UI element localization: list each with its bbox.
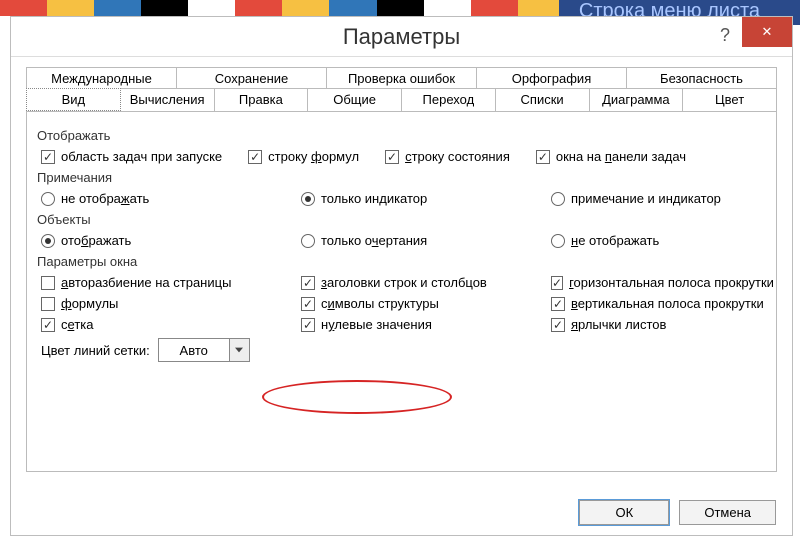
checkbox-авторазбиение-на-страницы[interactable]: авторазбиение на страницы [41,275,275,290]
checkbox-ярлычки-листов[interactable]: ярлычки листов [551,317,765,332]
dialog-title: Параметры [343,24,460,50]
cancel-button[interactable]: Отмена [679,500,776,525]
ok-button[interactable]: ОК [579,500,669,525]
grid-color-value: Авто [159,341,229,360]
checkbox-заголовки-строк-и-столбцов[interactable]: заголовки строк и столбцов [301,275,525,290]
grid-color-label: Цвет линий сетки: [41,343,150,358]
checkbox-сетка[interactable]: сетка [41,317,275,332]
group-comments-label: Примечания [37,170,762,185]
tab-сохранение[interactable]: Сохранение [177,67,327,89]
radio-не-отображать[interactable]: не отображать [41,191,275,206]
checkbox-область-задач-при-запуске[interactable]: область задач при запуске [41,149,222,164]
radio-отображать[interactable]: отображать [41,233,275,248]
tab-переход[interactable]: Переход [402,88,496,111]
options-dialog: Параметры ? ✕ МеждународныеСохранениеПро… [10,16,793,536]
chevron-down-icon[interactable] [229,339,249,361]
help-button[interactable]: ? [713,25,737,46]
checkbox-символы-структуры[interactable]: символы структуры [301,296,525,311]
close-icon: ✕ [762,24,773,40]
radio-не-отображать[interactable]: не отображать [551,233,765,248]
tab-вычисления[interactable]: Вычисления [121,88,215,111]
group-objects-label: Объекты [37,212,762,227]
group-display-label: Отображать [37,128,762,143]
tab-безопасность[interactable]: Безопасность [627,67,777,89]
checkbox-строку-формул[interactable]: строку формул [248,149,359,164]
tab-орфография[interactable]: Орфография [477,67,627,89]
tab-вид[interactable]: Вид [26,88,121,111]
checkbox-горизонтальная-полоса-прокрутки[interactable]: горизонтальная полоса прокрутки [551,275,765,290]
radio-только-очертания[interactable]: только очертания [301,233,525,248]
tab-списки[interactable]: Списки [496,88,590,111]
tab-диаграмма[interactable]: Диаграмма [590,88,684,111]
tab-общие[interactable]: Общие [308,88,402,111]
checkbox-строку-состояния[interactable]: строку состояния [385,149,510,164]
radio-только-индикатор[interactable]: только индикатор [301,191,525,206]
checkbox-окна-на-панели-задач[interactable]: окна на панели задач [536,149,686,164]
checkbox-формулы[interactable]: формулы [41,296,275,311]
tab-правка[interactable]: Правка [215,88,309,111]
tab-цвет[interactable]: Цвет [683,88,777,111]
group-window-label: Параметры окна [37,254,762,269]
radio-примечание-и-индикатор[interactable]: примечание и индикатор [551,191,765,206]
tab-проверка ошибок[interactable]: Проверка ошибок [327,67,477,89]
checkbox-нулевые-значения[interactable]: нулевые значения [301,317,525,332]
close-button[interactable]: ✕ [742,17,792,47]
tab-международные[interactable]: Международные [26,67,177,89]
grid-color-combo[interactable]: Авто [158,338,250,362]
checkbox-вертикальная-полоса-прокрутки[interactable]: вертикальная полоса прокрутки [551,296,765,311]
